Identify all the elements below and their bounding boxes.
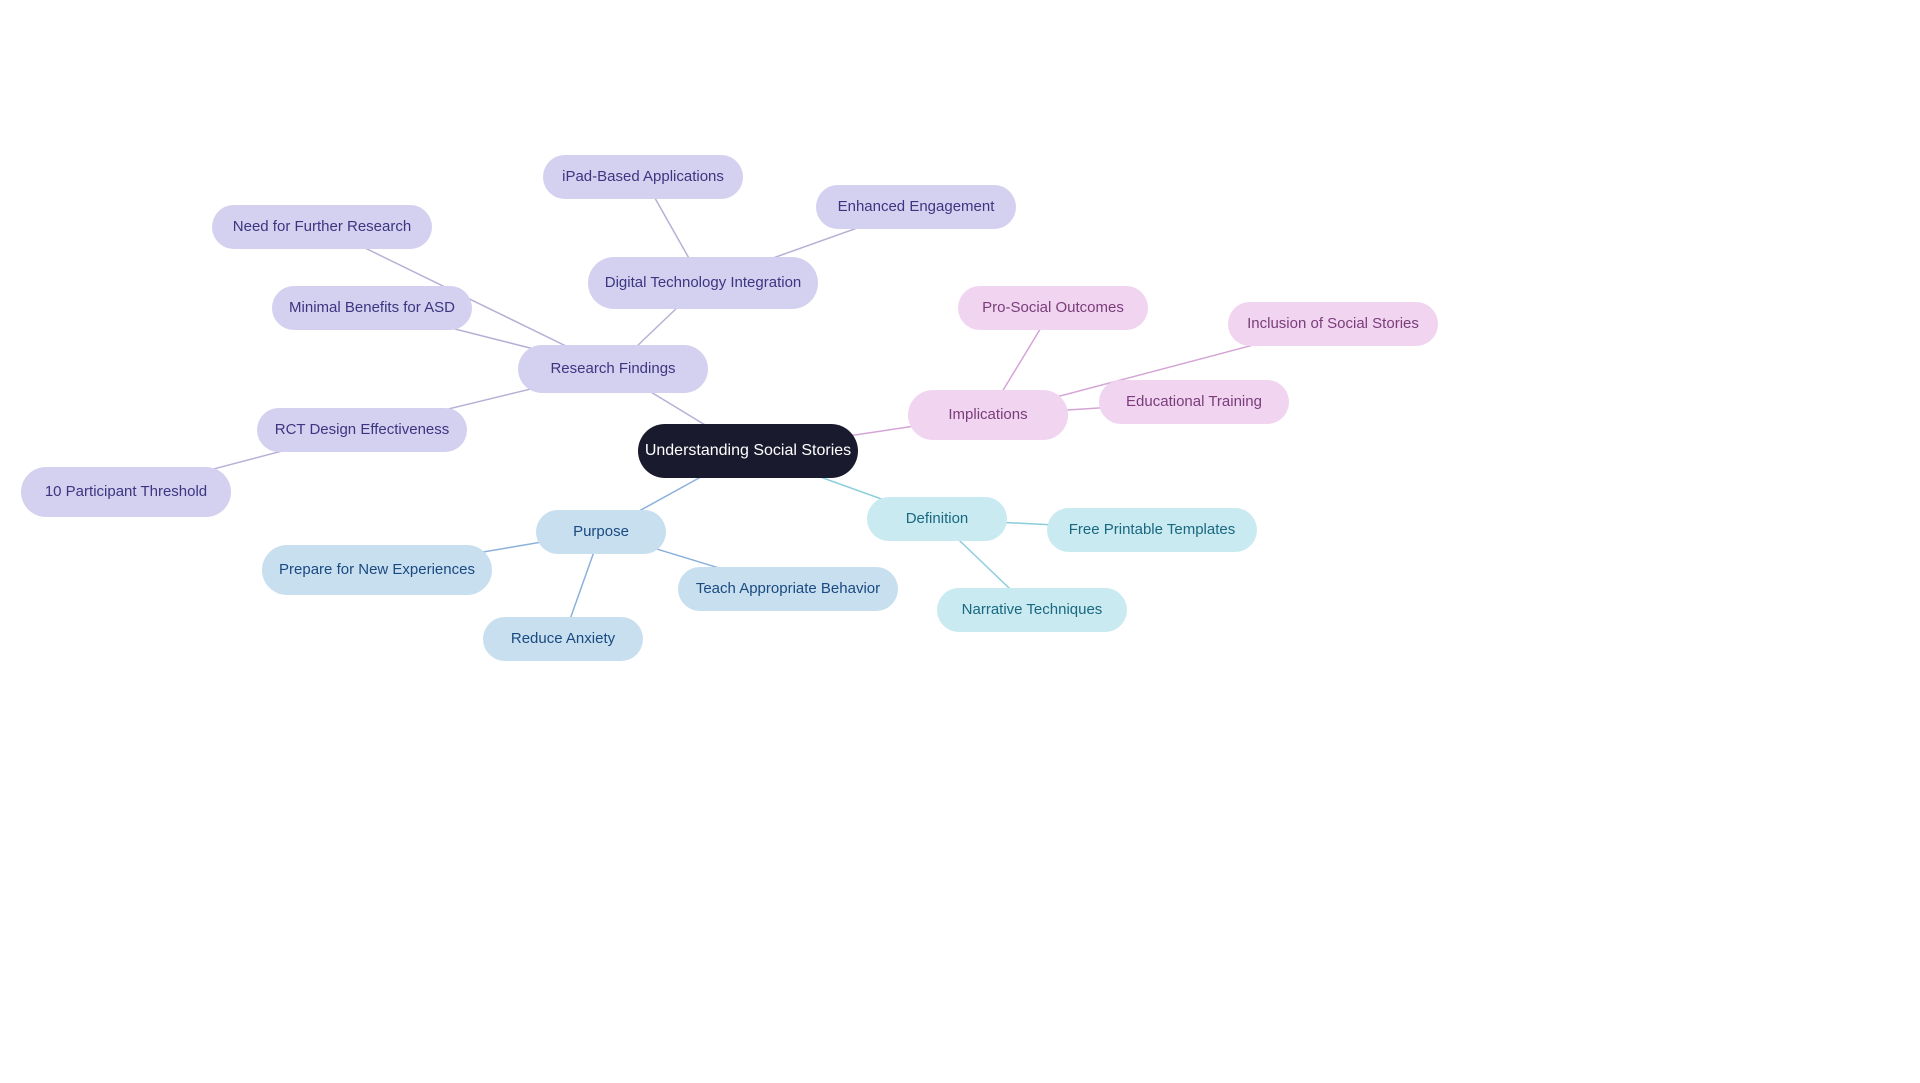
node-rct-design[interactable]: RCT Design Effectiveness [257,408,467,452]
node-label-inclusion-social: Inclusion of Social Stories [1243,314,1423,334]
node-label-teach-behavior: Teach Appropriate Behavior [692,579,884,599]
mindmap-container: Understanding Social Stories Research Fin… [0,0,1920,1083]
node-label-educational-training: Educational Training [1122,392,1266,412]
node-label-ipad-apps: iPad-Based Applications [558,167,728,187]
node-need-research[interactable]: Need for Further Research [212,205,432,249]
node-pro-social[interactable]: Pro-Social Outcomes [958,286,1148,330]
node-label-narrative-techniques: Narrative Techniques [958,600,1107,620]
node-ipad-apps[interactable]: iPad-Based Applications [543,155,743,199]
node-implications[interactable]: Implications [908,390,1068,440]
node-label-free-templates: Free Printable Templates [1065,520,1239,540]
node-label-definition: Definition [902,509,973,529]
node-definition[interactable]: Definition [867,497,1007,541]
node-label-implications: Implications [944,405,1031,425]
connections-svg [0,0,1920,1083]
node-teach-behavior[interactable]: Teach Appropriate Behavior [678,567,898,611]
node-educational-training[interactable]: Educational Training [1099,380,1289,424]
node-minimal-benefits[interactable]: Minimal Benefits for ASD [272,286,472,330]
node-free-templates[interactable]: Free Printable Templates [1047,508,1257,552]
node-label-reduce-anxiety: Reduce Anxiety [507,629,619,649]
node-label-need-research: Need for Further Research [229,217,415,237]
node-inclusion-social[interactable]: Inclusion of Social Stories [1228,302,1438,346]
node-narrative-techniques[interactable]: Narrative Techniques [937,588,1127,632]
node-label-purpose: Purpose [569,522,633,542]
node-center[interactable]: Understanding Social Stories [638,424,858,478]
node-enhanced-engagement[interactable]: Enhanced Engagement [816,185,1016,229]
node-10-participant[interactable]: 10 Participant Threshold [21,467,231,517]
node-label-pro-social: Pro-Social Outcomes [978,298,1128,318]
node-label-research-findings: Research Findings [546,359,679,379]
node-label-10-participant: 10 Participant Threshold [41,482,211,502]
node-label-prepare-experiences: Prepare for New Experiences [275,560,479,580]
node-label-center: Understanding Social Stories [641,441,855,462]
node-label-enhanced-engagement: Enhanced Engagement [834,197,999,217]
node-reduce-anxiety[interactable]: Reduce Anxiety [483,617,643,661]
node-label-minimal-benefits: Minimal Benefits for ASD [285,298,459,318]
node-label-digital-tech: Digital Technology Integration [601,273,806,293]
node-research-findings[interactable]: Research Findings [518,345,708,393]
node-prepare-experiences[interactable]: Prepare for New Experiences [262,545,492,595]
node-label-rct-design: RCT Design Effectiveness [271,420,454,440]
node-digital-tech[interactable]: Digital Technology Integration [588,257,818,309]
node-purpose[interactable]: Purpose [536,510,666,554]
